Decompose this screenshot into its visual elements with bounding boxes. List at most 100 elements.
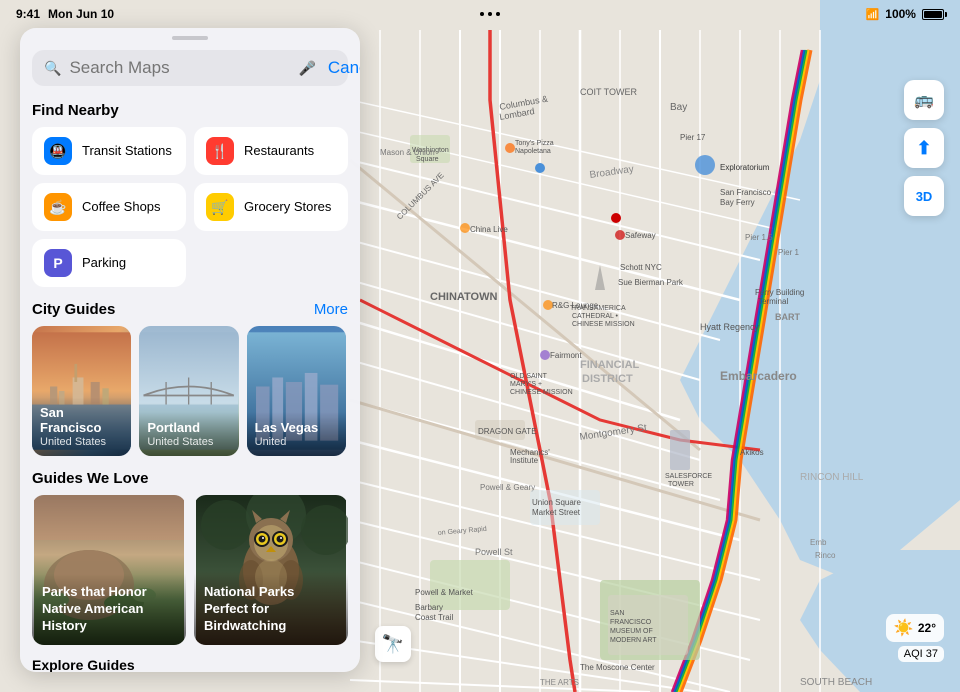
svg-text:Square: Square (416, 156, 439, 163)
search-input[interactable] (69, 58, 290, 78)
transit-button[interactable]: 🚌 (904, 80, 944, 120)
map-controls: 🚌 ⬆ 3D (904, 80, 944, 216)
svg-text:Schott NYC: Schott NYC (620, 263, 662, 272)
parking-label: Parking (82, 255, 126, 271)
panel-handle[interactable] (172, 36, 208, 40)
grocery-icon: 🛒 (206, 193, 234, 221)
svg-text:Napoletana: Napoletana (515, 148, 551, 155)
battery-percent: 100% (885, 7, 916, 21)
svg-text:SAN: SAN (610, 610, 624, 617)
temperature-value: 22° (918, 621, 936, 635)
svg-text:DISTRICT: DISTRICT (582, 373, 633, 385)
lasvegas-city-name: Las Vegas (255, 420, 338, 436)
transit-map-icon: 🚌 (914, 90, 934, 110)
city-guides-more-button[interactable]: More (314, 301, 348, 318)
svg-text:Emb: Emb (810, 538, 827, 547)
birdwatching-guide-overlay: National Parks Perfect for Birdwatching (194, 574, 348, 645)
city-guide-las-vegas[interactable]: Las Vegas United (247, 326, 346, 456)
parks-guide-title: Parks that Honor Native American History (42, 584, 176, 635)
svg-text:Powell St: Powell St (475, 547, 513, 557)
portland-city-name: Portland (147, 420, 230, 436)
nearby-item-restaurants[interactable]: 🍴 Restaurants (194, 127, 348, 175)
status-date: Mon Jun 10 (48, 7, 114, 21)
aqi-badge: AQI 37 (898, 646, 944, 662)
panel-scroll: Find Nearby 🚇 Transit Stations 🍴 Restaur… (20, 92, 360, 672)
svg-text:TOWER: TOWER (668, 481, 694, 488)
map-bottom-right: ☀️ 22° AQI 37 (886, 614, 944, 662)
grocery-label: Grocery Stores (244, 199, 331, 215)
city-guide-san-francisco[interactable]: San Francisco United States (32, 326, 131, 456)
cancel-button[interactable]: Cancel (324, 58, 360, 78)
svg-text:THE ARTS: THE ARTS (540, 678, 579, 687)
nearby-item-transit[interactable]: 🚇 Transit Stations (32, 127, 186, 175)
sun-icon: ☀️ (894, 618, 914, 638)
nearby-item-grocery[interactable]: 🛒 Grocery Stores (194, 183, 348, 231)
svg-text:Exploratorium: Exploratorium (720, 163, 770, 172)
svg-text:SOUTH BEACH: SOUTH BEACH (800, 677, 872, 688)
svg-text:Pier 1.5: Pier 1.5 (745, 233, 773, 242)
status-bar: 9:41 Mon Jun 10 📶 100% (0, 0, 960, 28)
wifi-icon: 📶 (866, 8, 880, 21)
svg-text:SALESFORCE: SALESFORCE (665, 473, 712, 480)
city-guide-portland[interactable]: Portland United States (139, 326, 238, 456)
transit-label: Transit Stations (82, 143, 172, 159)
svg-text:Bay Ferry: Bay Ferry (720, 198, 755, 207)
svg-text:FRANCISCO: FRANCISCO (610, 619, 652, 626)
svg-text:The Moscone Center: The Moscone Center (580, 663, 655, 672)
sf-country: United States (40, 436, 123, 448)
svg-text:MODERN ART: MODERN ART (610, 637, 657, 644)
status-time: 9:41 (16, 7, 40, 21)
microphone-icon[interactable]: 🎤 (298, 60, 315, 77)
binoculars-icon: 🔭 (382, 634, 404, 655)
binoculars-button[interactable]: 🔭 (375, 626, 411, 662)
coffee-label: Coffee Shops (82, 199, 161, 215)
threed-label: 3D (916, 189, 933, 204)
find-nearby-title: Find Nearby (32, 102, 348, 119)
svg-text:China Live: China Live (470, 225, 508, 234)
guides-we-love-title: Guides We Love (32, 470, 148, 487)
svg-text:BART: BART (775, 312, 800, 322)
portland-country: United States (147, 436, 230, 448)
guide-birdwatching[interactable]: National Parks Perfect for Birdwatching (194, 495, 348, 645)
city-guide-lasvegas-overlay: Las Vegas United (247, 412, 346, 456)
guide-parks-native-american[interactable]: Parks that Honor Native American History (32, 495, 186, 645)
lasvegas-country: United (255, 436, 338, 448)
battery-icon (922, 9, 944, 20)
svg-text:MUSEUM OF: MUSEUM OF (610, 628, 653, 635)
svg-text:Embarcadero: Embarcadero (720, 369, 797, 383)
svg-text:Hyatt Regency: Hyatt Regency (700, 322, 760, 332)
search-icon: 🔍 (44, 60, 61, 77)
svg-text:CHINATOWN: CHINATOWN (430, 291, 497, 303)
svg-text:CATHEDRAL •: CATHEDRAL • (572, 313, 619, 320)
birdwatching-guide-title: National Parks Perfect for Birdwatching (204, 584, 338, 635)
city-guides-title: City Guides (32, 301, 115, 318)
svg-text:Fairmont: Fairmont (550, 351, 582, 360)
map-bottom-left: 🔭 (375, 626, 411, 662)
transit-icon: 🚇 (44, 137, 72, 165)
svg-text:Union Square: Union Square (532, 498, 581, 507)
svg-text:Coast Trail: Coast Trail (415, 613, 453, 622)
threed-button[interactable]: 3D (904, 176, 944, 216)
svg-text:Ferry Building: Ferry Building (755, 288, 804, 297)
svg-text:COIT TOWER: COIT TOWER (580, 87, 638, 97)
svg-text:OLD SAINT: OLD SAINT (510, 373, 548, 380)
search-panel: 🔍 🎤 Cancel Find Nearby 🚇 Transit Station… (20, 28, 360, 672)
svg-text:Market Street: Market Street (532, 508, 581, 517)
svg-text:CHINESE MISSION: CHINESE MISSION (510, 389, 573, 396)
nearby-item-coffee[interactable]: ☕ Coffee Shops (32, 183, 186, 231)
location-button[interactable]: ⬆ (904, 128, 944, 168)
explore-guides-label: Explore Guides (32, 657, 348, 672)
svg-text:Rinco: Rinco (815, 551, 836, 560)
sf-city-name: San Francisco (40, 405, 123, 436)
restaurants-label: Restaurants (244, 143, 314, 159)
location-icon: ⬆ (916, 138, 931, 159)
guides-we-love-row: Parks that Honor Native American History (32, 495, 348, 645)
svg-text:San Francisco: San Francisco (720, 188, 772, 197)
city-guide-portland-overlay: Portland United States (139, 412, 238, 456)
svg-text:Pier 1: Pier 1 (778, 248, 799, 257)
svg-text:DRAGON GATE: DRAGON GATE (478, 427, 537, 436)
nearby-item-parking[interactable]: P Parking (32, 239, 186, 287)
svg-text:Institute: Institute (510, 456, 539, 465)
parking-icon: P (44, 249, 72, 277)
search-bar[interactable]: 🔍 🎤 Cancel (32, 50, 348, 86)
